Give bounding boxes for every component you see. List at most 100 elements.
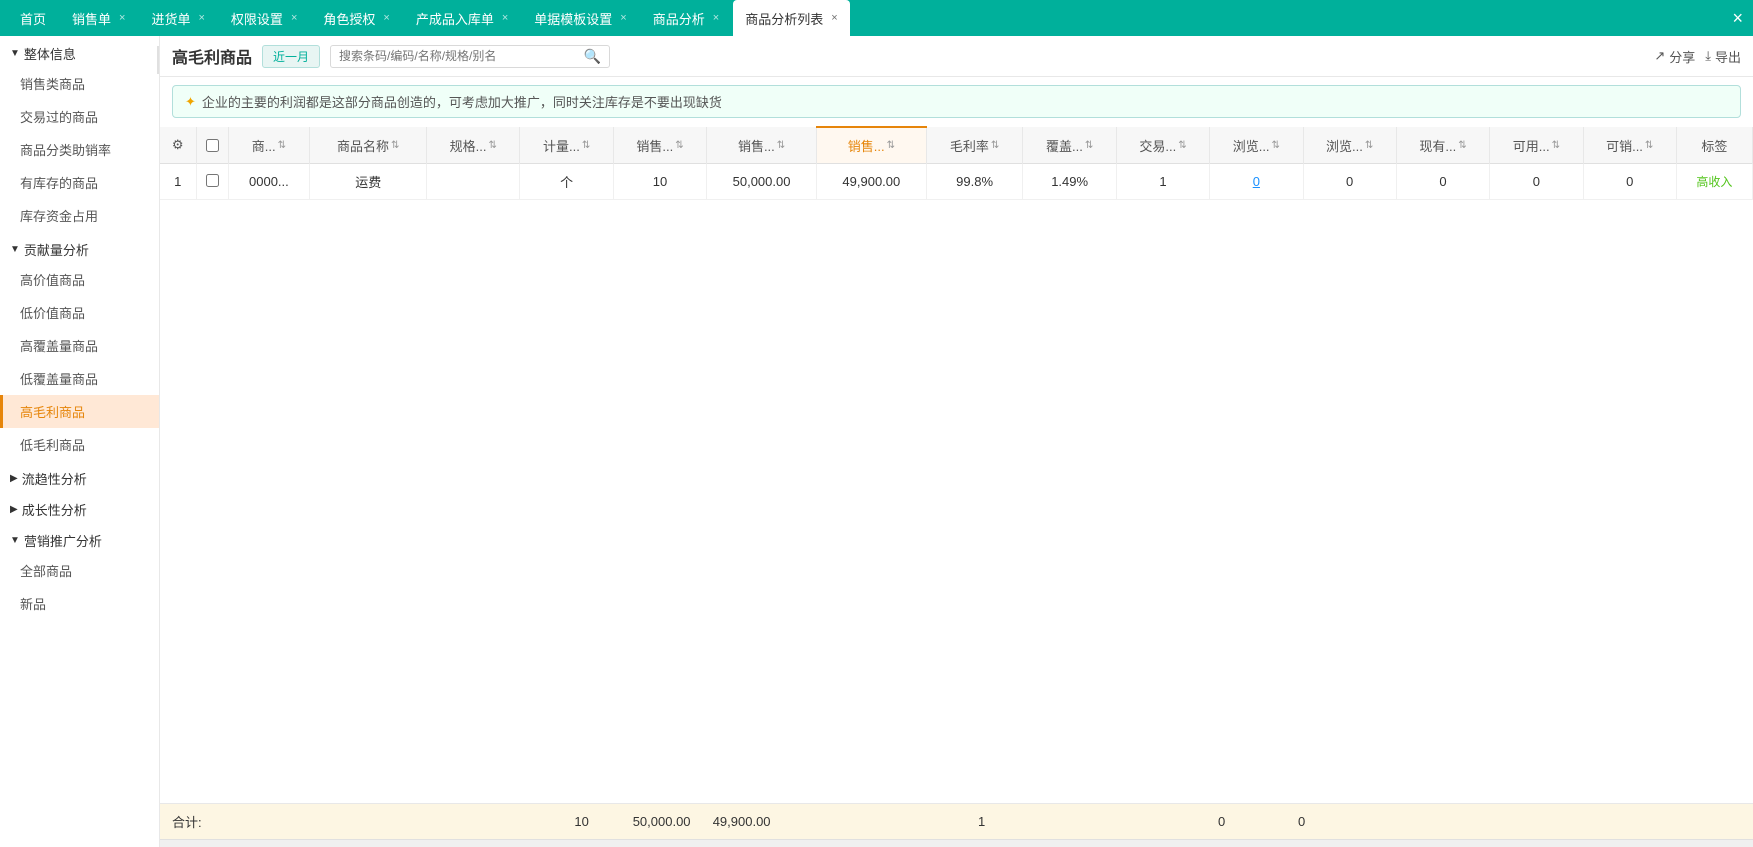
sidebar-toggle[interactable]: « [157,46,160,74]
sidebar-group-contribution[interactable]: ▼ 贡献量分析 [0,232,159,263]
col-code[interactable]: 商...⇅ [228,127,310,164]
sidebar-group-overall[interactable]: ▼ 整体信息 [0,36,159,67]
sidebar-item-high-margin[interactable]: 高毛利商品 [0,395,159,428]
col-sale-amount[interactable]: 销售...⇅ [707,127,817,164]
col-name[interactable]: 商品名称⇅ [310,127,427,164]
footer-label: 合计: [172,812,202,831]
col-view2-sort: ⇅ [1365,140,1373,151]
nav-home[interactable]: 首页 [8,0,58,36]
nav-sales-close[interactable]: × [119,12,125,24]
nav-template[interactable]: 单据模板设置 × [522,0,638,36]
col-margin[interactable]: 毛利率⇅ [926,127,1023,164]
close-all-tabs[interactable]: × [1732,8,1743,29]
table-header-row: ⚙ 商...⇅ 商品名称⇅ 规格...⇅ [160,127,1753,164]
top-navigation: 首页 销售单 × 进货单 × 权限设置 × 角色授权 × 产成品入库单 × 单据… [0,0,1753,36]
col-view1-sort: ⇅ [1272,140,1280,151]
data-table-container[interactable]: ⚙ 商...⇅ 商品名称⇅ 规格...⇅ [160,126,1753,803]
row-index: 1 [160,164,196,200]
row-sale-amount: 50,000.00 [707,164,817,200]
col-spec-sort: ⇅ [489,140,497,151]
col-coverage-sort: ⇅ [1085,140,1093,151]
sidebar-group-growth[interactable]: ▶ 成长性分析 [0,492,159,523]
sidebar-item-traded-goods[interactable]: 交易过的商品 [0,100,159,133]
footer-sale-amount: 50,000.00 [622,814,702,829]
col-coverage[interactable]: 覆盖...⇅ [1023,127,1116,164]
footer-sale-cost: 49,900.00 [702,814,782,829]
footer-sale-qty: 10 [542,814,622,829]
col-sale-qty[interactable]: 销售...⇅ [613,127,706,164]
filter-recent-month[interactable]: 近一月 [262,45,320,68]
nav-product-analysis[interactable]: 商品分析 × [641,0,731,36]
sidebar-group-trend[interactable]: ▶ 流趋性分析 [0,461,159,492]
search-icon[interactable]: 🔍 [584,48,601,65]
row-view1[interactable]: 0 [1210,164,1303,200]
row-spec [427,164,520,200]
select-all-checkbox[interactable] [206,139,219,152]
settings-icon[interactable]: ⚙ [172,137,184,153]
export-icon: ⤓ [1705,48,1711,64]
col-saleable-sort: ⇅ [1645,140,1653,151]
sidebar-item-category-rate[interactable]: 商品分类助销率 [0,133,159,166]
header-actions: ↗ 分享 ⤓ 导出 [1654,47,1741,66]
nav-product-analysis-list-close[interactable]: × [831,12,837,24]
nav-roles-close[interactable]: × [383,12,389,24]
export-button[interactable]: ⤓ 导出 [1705,47,1741,66]
nav-product-analysis-list[interactable]: 商品分析列表 × [733,0,849,36]
sidebar-item-low-margin[interactable]: 低毛利商品 [0,428,159,461]
row-sale-qty: 10 [613,164,706,200]
data-table: ⚙ 商...⇅ 商品名称⇅ 规格...⇅ [160,126,1753,200]
col-margin-sort: ⇅ [991,140,999,151]
col-checkbox[interactable] [196,127,228,164]
col-unit[interactable]: 计量...⇅ [520,127,613,164]
col-current-sort: ⇅ [1458,140,1466,151]
col-sale-cost[interactable]: 销售...⇅ [816,127,926,164]
col-tag[interactable]: 标签 [1676,127,1752,164]
share-button[interactable]: ↗ 分享 [1654,47,1695,66]
nav-purchase-close[interactable]: × [198,12,204,24]
footer-available: 0 [1262,814,1342,829]
nav-product-analysis-close[interactable]: × [713,12,719,24]
sidebar-item-low-coverage[interactable]: 低覆盖量商品 [0,362,159,395]
table-row: 1 0000... 运费 个 10 50,000.00 49,900.00 99… [160,164,1753,200]
col-settings[interactable]: ⚙ [160,127,196,164]
col-current[interactable]: 现有...⇅ [1396,127,1489,164]
horizontal-scrollbar[interactable] [160,839,1753,847]
col-view1[interactable]: 浏览...⇅ [1210,127,1303,164]
content-area: 高毛利商品 近一月 🔍 ↗ 分享 ⤓ 导出 ✦ 企业的主要的利润都是这部分商品创… [160,36,1753,847]
sidebar-item-all-goods[interactable]: 全部商品 [0,554,159,587]
row-available: 0 [1490,164,1583,200]
col-available[interactable]: 可用...⇅ [1490,127,1583,164]
sidebar-item-stock-capital[interactable]: 库存资金占用 [0,199,159,232]
nav-production-close[interactable]: × [502,12,508,24]
nav-sales[interactable]: 销售单 × [60,0,137,36]
col-code-sort: ⇅ [278,140,286,151]
nav-template-close[interactable]: × [620,12,626,24]
nav-roles[interactable]: 角色授权 × [311,0,401,36]
row-trade: 1 [1116,164,1209,200]
nav-permissions[interactable]: 权限设置 × [219,0,309,36]
sidebar-item-low-value[interactable]: 低价值商品 [0,296,159,329]
nav-purchase[interactable]: 进货单 × [139,0,216,36]
search-box: 🔍 [330,45,610,68]
col-spec[interactable]: 规格...⇅ [427,127,520,164]
footer-current: 0 [1182,814,1262,829]
sidebar-item-new-goods[interactable]: 新品 [0,587,159,620]
nav-permissions-close[interactable]: × [291,12,297,24]
row-sale-cost: 49,900.00 [816,164,926,200]
col-sale-qty-sort: ⇅ [675,140,683,151]
nav-production[interactable]: 产成品入库单 × [404,0,520,36]
sidebar-group-growth-arrow: ▶ [10,504,18,515]
sidebar-item-high-value[interactable]: 高价值商品 [0,263,159,296]
sidebar-group-marketing[interactable]: ▼ 营销推广分析 [0,523,159,554]
search-input[interactable] [339,49,584,63]
col-view2[interactable]: 浏览...⇅ [1303,127,1396,164]
sidebar-item-high-coverage[interactable]: 高覆盖量商品 [0,329,159,362]
sidebar-item-in-stock[interactable]: 有库存的商品 [0,166,159,199]
row-checkbox[interactable] [196,164,228,200]
sidebar-item-sales-goods[interactable]: 销售类商品 [0,67,159,100]
sidebar: « ▼ 整体信息 销售类商品 交易过的商品 商品分类助销率 有库存的商品 库存资… [0,36,160,847]
footer-trade: 1 [942,814,1022,829]
col-saleable[interactable]: 可销...⇅ [1583,127,1676,164]
col-trade[interactable]: 交易...⇅ [1116,127,1209,164]
col-trade-sort: ⇅ [1178,140,1186,151]
